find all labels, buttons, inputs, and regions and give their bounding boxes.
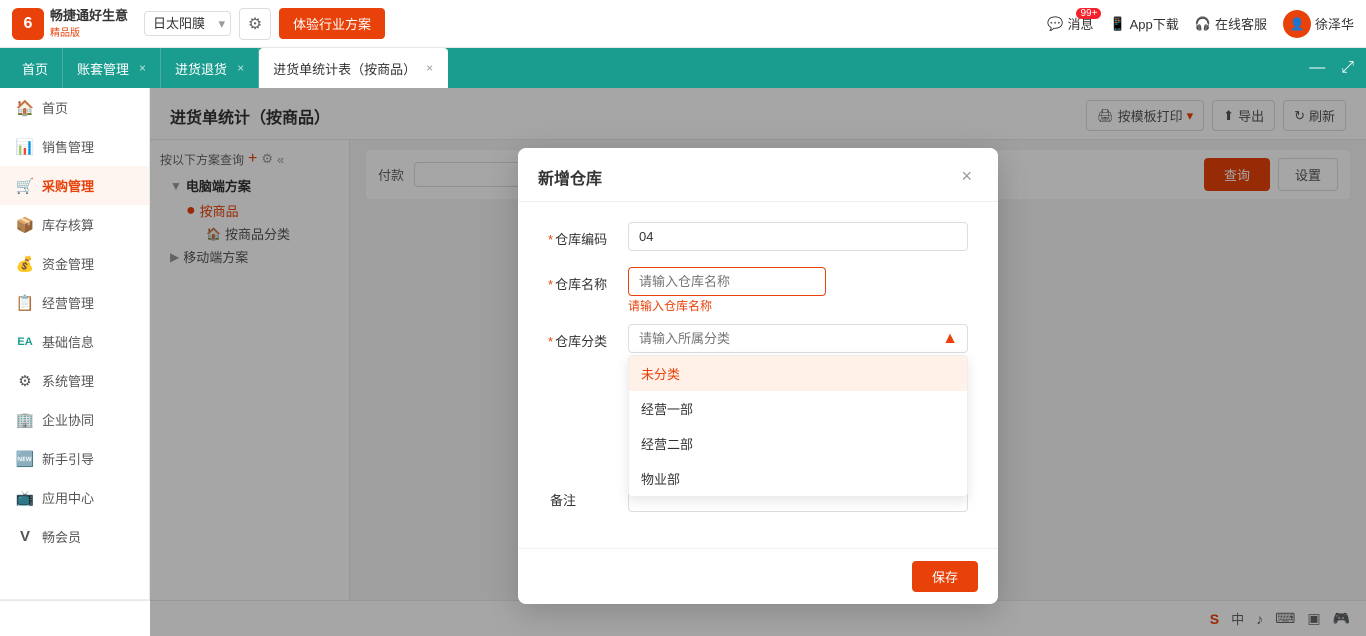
modal-body: 仓库编码 仓库名称 请输入仓库名称 仓库分类: [518, 202, 998, 548]
operation-icon: 📋: [16, 294, 34, 312]
modal-overlay: 新增仓库 × 仓库编码 仓库名称 请输入仓库名称: [150, 88, 1366, 636]
tab-accounts-close[interactable]: ×: [139, 61, 146, 75]
basic-icon: EA: [16, 333, 34, 351]
store-select-wrap[interactable]: 日太阳膜: [144, 11, 231, 36]
tab-expand-button[interactable]: ⤢: [1337, 55, 1358, 81]
sidebar-item-system[interactable]: ⚙ 系统管理: [0, 361, 149, 400]
category-dropdown: 未分类 经营一部 经营二部 物业部: [628, 355, 968, 497]
sidebar-item-enterprise[interactable]: 🏢 企业协同: [0, 400, 149, 439]
tab-end-actions: — ⤢: [1305, 55, 1358, 81]
code-field-row: 仓库编码: [548, 222, 968, 251]
tab-minimize-button[interactable]: —: [1305, 55, 1329, 81]
dropdown-item-dept1[interactable]: 经营一部: [629, 391, 967, 426]
dropdown-item-dept3[interactable]: 物业部: [629, 461, 967, 496]
name-field-row: 仓库名称 请输入仓库名称: [548, 267, 968, 296]
tab-purchase-return-close[interactable]: ×: [237, 61, 244, 75]
tab-purchase-stats[interactable]: 进货单统计表（按商品） ×: [259, 48, 448, 88]
note-label: 备注: [548, 483, 628, 509]
sidebar-item-basic[interactable]: EA 基础信息: [0, 322, 149, 361]
sidebar: 🏠 首页 📊 销售管理 🛒 采购管理 📦 库存核算 💰 资金管理 📋 经营管理 …: [0, 88, 150, 636]
phone-icon: 📱: [1109, 16, 1125, 32]
sidebar-item-guide[interactable]: 🆕 新手引导: [0, 439, 149, 478]
category-label: 仓库分类: [548, 324, 628, 350]
message-badge: 99+: [1076, 8, 1101, 19]
settings-button[interactable]: ⚙: [239, 8, 271, 40]
sidebar-item-inventory[interactable]: 📦 库存核算: [0, 205, 149, 244]
logo-area: 6 畅捷通好生意 精品版: [12, 8, 128, 40]
main-layout: 🏠 首页 📊 销售管理 🛒 采购管理 📦 库存核算 💰 资金管理 📋 经营管理 …: [0, 88, 1366, 636]
logo-icon: 6: [12, 8, 44, 40]
guide-icon: 🆕: [16, 450, 34, 468]
sidebar-item-purchase[interactable]: 🛒 采购管理: [0, 166, 149, 205]
sales-icon: 📊: [16, 138, 34, 156]
service-button[interactable]: 🎧 在线客服: [1195, 14, 1267, 33]
tab-accounts[interactable]: 账套管理 ×: [63, 48, 161, 88]
topbar-right: 💬 消息 99+ 📱 App下载 🎧 在线客服 👤 徐泽华: [1047, 10, 1354, 38]
modal-footer: 保存: [518, 548, 998, 604]
member-icon: V: [16, 528, 34, 546]
avatar: 👤: [1283, 10, 1311, 38]
tab-home[interactable]: 首页: [8, 48, 63, 88]
sidebar-item-sales[interactable]: 📊 销售管理: [0, 127, 149, 166]
dropdown-item-dept2[interactable]: 经营二部: [629, 426, 967, 461]
name-label: 仓库名称: [548, 267, 628, 293]
tab-purchase-return[interactable]: 进货退货 ×: [161, 48, 259, 88]
code-label: 仓库编码: [548, 222, 628, 248]
new-warehouse-modal: 新增仓库 × 仓库编码 仓库名称 请输入仓库名称: [518, 148, 998, 604]
sidebar-item-member[interactable]: V 畅会员: [0, 517, 149, 556]
sidebar-item-operation[interactable]: 📋 经营管理: [0, 283, 149, 322]
modal-header: 新增仓库 ×: [518, 148, 998, 202]
inventory-icon: 📦: [16, 216, 34, 234]
enterprise-icon: 🏢: [16, 411, 34, 429]
code-input[interactable]: [628, 222, 968, 251]
name-input-wrap: 请输入仓库名称: [628, 267, 968, 296]
sidebar-item-home[interactable]: 🏠 首页: [0, 88, 149, 127]
user-menu[interactable]: 👤 徐泽华: [1283, 10, 1354, 38]
name-input[interactable]: [628, 267, 826, 296]
message-icon: 💬: [1047, 16, 1063, 32]
save-button[interactable]: 保存: [912, 561, 978, 592]
finance-icon: 💰: [16, 255, 34, 273]
name-error-message: 请输入仓库名称: [628, 297, 712, 314]
home-icon: 🏠: [16, 99, 34, 117]
category-input[interactable]: [628, 324, 968, 353]
message-button[interactable]: 💬 消息 99+: [1047, 14, 1093, 33]
purchase-icon: 🛒: [16, 177, 34, 195]
dropdown-item-unclassified[interactable]: 未分类: [629, 356, 967, 391]
tabs-bar: 首页 账套管理 × 进货退货 × 进货单统计表（按商品） × — ⤢: [0, 48, 1366, 88]
content-area: 进货单统计（按商品） 🖨 按模板打印 ▾ ⬆ 导出 ↻ 刷新: [150, 88, 1366, 636]
app-center-icon: 📺: [16, 489, 34, 507]
system-icon: ⚙: [16, 372, 34, 390]
store-select[interactable]: 日太阳膜: [144, 11, 231, 36]
trial-button[interactable]: 体验行业方案: [279, 8, 385, 39]
category-select-wrap: ▲ 未分类 经营一部 经营二部 物业部: [628, 324, 968, 353]
category-field-row: 仓库分类 ▲ 未分类 经营一部 经营二部 物业部: [548, 324, 968, 353]
logo-text: 畅捷通好生意 精品版: [50, 8, 128, 39]
modal-close-button[interactable]: ×: [955, 164, 978, 189]
modal-title: 新增仓库: [538, 165, 602, 189]
headset-icon: 🎧: [1195, 16, 1211, 32]
app-download-button[interactable]: 📱 App下载: [1109, 14, 1178, 33]
sidebar-item-finance[interactable]: 💰 资金管理: [0, 244, 149, 283]
sidebar-item-app-center[interactable]: 📺 应用中心: [0, 478, 149, 517]
topbar: 6 畅捷通好生意 精品版 日太阳膜 ⚙ 体验行业方案 💬 消息 99+ 📱 Ap…: [0, 0, 1366, 48]
tab-purchase-stats-close[interactable]: ×: [426, 61, 433, 75]
category-arrow-icon[interactable]: ▲: [942, 330, 958, 348]
